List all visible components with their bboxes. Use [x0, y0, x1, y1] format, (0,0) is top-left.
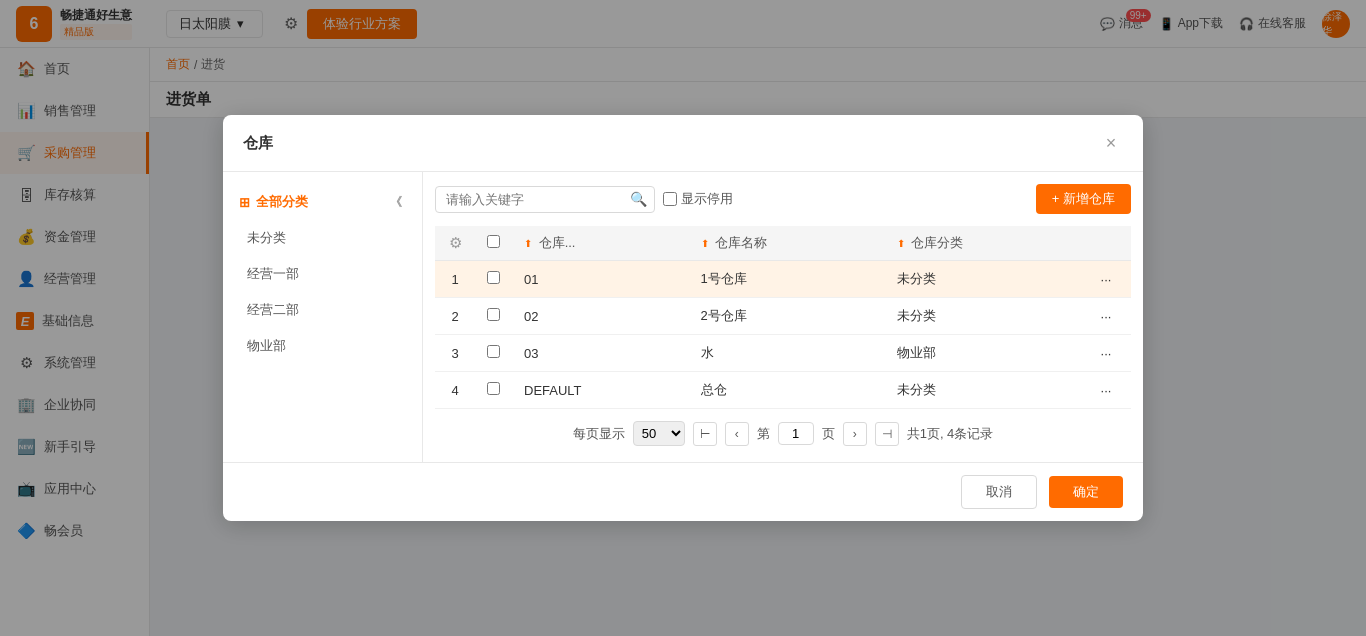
table-panel: 🔍 显示停用 + 新增仓库 ⚙ [423, 172, 1143, 462]
prev-page-button[interactable]: ‹ [725, 422, 749, 446]
last-page-button[interactable]: ⊣ [875, 422, 899, 446]
first-page-button[interactable]: ⊢ [693, 422, 717, 446]
table-container: ⚙ ⬆ 仓库... ⬆ [435, 226, 1131, 409]
row-name: 总仓 [689, 372, 885, 409]
sort-icon: ⬆ [524, 238, 532, 249]
row-index: 4 [435, 372, 475, 409]
row-more[interactable]: ··· [1081, 298, 1131, 335]
row-checkbox[interactable] [475, 372, 512, 409]
row-name: 2号仓库 [689, 298, 885, 335]
show-disabled-checkbox[interactable] [663, 192, 677, 206]
category-header: ⊞ 全部分类 《 [223, 184, 422, 220]
row-code: 02 [512, 298, 689, 335]
row-name: 水 [689, 335, 885, 372]
row-category: 未分类 [885, 298, 1081, 335]
search-wrap: 🔍 [435, 186, 655, 213]
row-category: 未分类 [885, 261, 1081, 298]
row-more[interactable]: ··· [1081, 372, 1131, 409]
category-item-property[interactable]: 物业部 [223, 328, 422, 364]
show-disabled-label: 显示停用 [663, 190, 733, 208]
modal-header: 仓库 × [223, 115, 1143, 172]
row-checkbox[interactable] [475, 261, 512, 298]
pagination: 每页显示 50 20 100 ⊢ ‹ 第 页 › ⊣ 共1页, 4条记录 [435, 409, 1131, 450]
search-input[interactable] [435, 186, 655, 213]
row-category: 物业部 [885, 335, 1081, 372]
sort-cat-icon: ⬆ [897, 238, 905, 249]
col-warehouse-category: ⬆ 仓库分类 [885, 226, 1081, 261]
row-name: 1号仓库 [689, 261, 885, 298]
grid-icon: ⊞ [239, 195, 250, 210]
table-toolbar: 🔍 显示停用 + 新增仓库 [435, 184, 1131, 214]
col-warehouse-name: ⬆ 仓库名称 [689, 226, 885, 261]
col-actions [1081, 226, 1131, 261]
add-warehouse-button[interactable]: + 新增仓库 [1036, 184, 1131, 214]
category-item-unclassified[interactable]: 未分类 [223, 220, 422, 256]
col-warehouse-code: ⬆ 仓库... [512, 226, 689, 261]
table-row[interactable]: 2 02 2号仓库 未分类 ··· [435, 298, 1131, 335]
row-index: 3 [435, 335, 475, 372]
category-item-dept2[interactable]: 经营二部 [223, 292, 422, 328]
row-index: 1 [435, 261, 475, 298]
row-code: DEFAULT [512, 372, 689, 409]
col-settings: ⚙ [435, 226, 475, 261]
confirm-button[interactable]: 确定 [1049, 476, 1123, 508]
row-more[interactable]: ··· [1081, 261, 1131, 298]
table-row[interactable]: 3 03 水 物业部 ··· [435, 335, 1131, 372]
sort-name-icon: ⬆ [701, 238, 709, 249]
row-more[interactable]: ··· [1081, 335, 1131, 372]
cancel-button[interactable]: 取消 [961, 475, 1037, 509]
row-category: 未分类 [885, 372, 1081, 409]
modal-body: ⊞ 全部分类 《 未分类 经营一部 经营二部 物业部 [223, 172, 1143, 462]
select-all-checkbox[interactable] [487, 235, 500, 248]
row-code: 03 [512, 335, 689, 372]
collapse-button[interactable]: 《 [386, 192, 406, 212]
modal-footer: 取消 确定 [223, 462, 1143, 521]
row-index: 2 [435, 298, 475, 335]
per-page-select[interactable]: 50 20 100 [633, 421, 685, 446]
col-checkbox [475, 226, 512, 261]
warehouse-modal: 仓库 × ⊞ 全部分类 《 未分类 经营一部 [223, 115, 1143, 521]
modal-title: 仓库 [243, 134, 273, 153]
next-page-button[interactable]: › [843, 422, 867, 446]
search-button[interactable]: 🔍 [630, 191, 647, 207]
close-button[interactable]: × [1099, 131, 1123, 155]
modal-overlay: 仓库 × ⊞ 全部分类 《 未分类 经营一部 [0, 0, 1366, 636]
table-row[interactable]: 4 DEFAULT 总仓 未分类 ··· [435, 372, 1131, 409]
warehouse-table: ⚙ ⬆ 仓库... ⬆ [435, 226, 1131, 409]
table-row[interactable]: 1 01 1号仓库 未分类 ··· [435, 261, 1131, 298]
row-code: 01 [512, 261, 689, 298]
all-categories-label[interactable]: 全部分类 [256, 193, 308, 211]
row-checkbox[interactable] [475, 298, 512, 335]
category-panel: ⊞ 全部分类 《 未分类 经营一部 经营二部 物业部 [223, 172, 423, 462]
category-item-dept1[interactable]: 经营一部 [223, 256, 422, 292]
settings-col-icon[interactable]: ⚙ [449, 234, 462, 251]
row-checkbox[interactable] [475, 335, 512, 372]
page-number-input[interactable] [778, 422, 814, 445]
